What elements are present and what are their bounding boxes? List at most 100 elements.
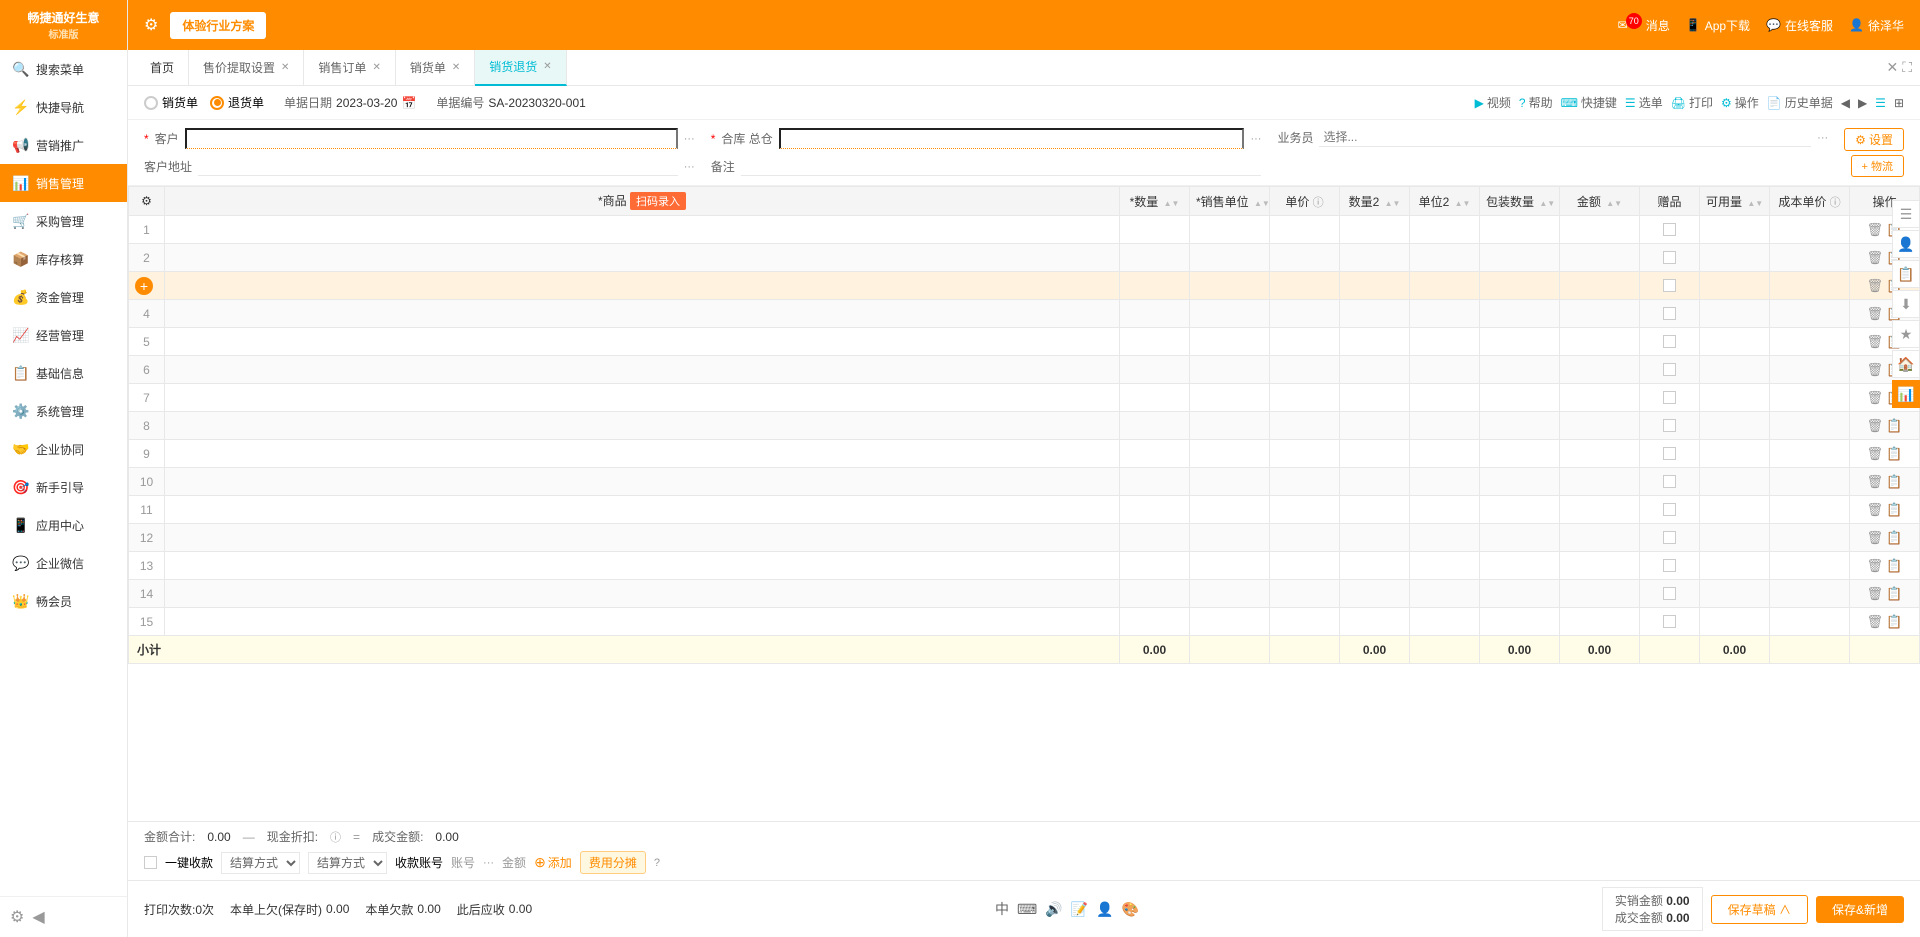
unit2-cell[interactable] xyxy=(1410,412,1480,440)
price-cell[interactable] xyxy=(1270,272,1340,300)
gift-checkbox[interactable] xyxy=(1663,335,1676,348)
sidebar-item-search[interactable]: 🔍 搜索菜单 xyxy=(0,50,127,88)
amount-cell[interactable] xyxy=(1560,524,1640,552)
available-cell[interactable] xyxy=(1700,300,1770,328)
qty-cell[interactable] xyxy=(1120,468,1190,496)
price-cell[interactable] xyxy=(1270,328,1340,356)
unit-cell[interactable] xyxy=(1190,384,1270,412)
settings-small-btn[interactable]: ⚙ 设置 xyxy=(1844,128,1904,151)
qty2-cell[interactable] xyxy=(1340,468,1410,496)
pack-cell[interactable] xyxy=(1480,272,1560,300)
tool3-icon[interactable]: 🔊 xyxy=(1045,901,1062,918)
product-input[interactable] xyxy=(171,279,1113,293)
qty2-cell[interactable] xyxy=(1340,496,1410,524)
unit-sort[interactable]: ▲▼ xyxy=(1254,200,1270,208)
sidebar-item-system[interactable]: ⚙️ 系统管理 xyxy=(0,392,127,430)
pack-cell[interactable] xyxy=(1480,384,1560,412)
price-cell[interactable] xyxy=(1270,552,1340,580)
price-cell[interactable] xyxy=(1270,216,1340,244)
gift-checkbox[interactable] xyxy=(1663,279,1676,292)
tab-close-sales-bill[interactable]: ✕ xyxy=(452,62,460,73)
qty-cell[interactable] xyxy=(1120,328,1190,356)
cost-cell[interactable] xyxy=(1770,412,1850,440)
sidebar-collapse-btn[interactable]: ◀ xyxy=(32,907,44,927)
cost-cell[interactable] xyxy=(1770,608,1850,636)
unit-cell[interactable] xyxy=(1190,244,1270,272)
cost-cell[interactable] xyxy=(1770,328,1850,356)
float-btn-1[interactable]: ☰ xyxy=(1892,200,1920,228)
gift-checkbox[interactable] xyxy=(1663,559,1676,572)
available-cell[interactable] xyxy=(1700,272,1770,300)
gift-cell[interactable] xyxy=(1640,608,1700,636)
sidebar-item-sales[interactable]: 📊 销售管理 xyxy=(0,164,127,202)
amount-cell[interactable] xyxy=(1560,244,1640,272)
unit2-cell[interactable] xyxy=(1410,552,1480,580)
unit-cell[interactable] xyxy=(1190,216,1270,244)
app-download-btn[interactable]: 📱 App下载 xyxy=(1686,17,1750,34)
product-cell[interactable] xyxy=(165,412,1120,440)
customer-input[interactable] xyxy=(185,128,678,149)
next-doc-btn[interactable]: ▶ xyxy=(1858,96,1867,110)
gift-cell[interactable] xyxy=(1640,328,1700,356)
gift-checkbox[interactable] xyxy=(1663,307,1676,320)
product-cell[interactable] xyxy=(165,608,1120,636)
unit2-cell[interactable] xyxy=(1410,580,1480,608)
gift-checkbox[interactable] xyxy=(1663,251,1676,264)
available-cell[interactable] xyxy=(1700,384,1770,412)
qty-cell[interactable] xyxy=(1120,384,1190,412)
gift-checkbox[interactable] xyxy=(1663,615,1676,628)
pack-cell[interactable] xyxy=(1480,216,1560,244)
radio-return-bill[interactable]: 退货单 xyxy=(210,94,264,111)
unit-cell[interactable] xyxy=(1190,356,1270,384)
fee-split-btn[interactable]: 费用分摊 xyxy=(580,851,646,874)
gift-checkbox[interactable] xyxy=(1663,391,1676,404)
sidebar-item-operations[interactable]: 📈 经营管理 xyxy=(0,316,127,354)
product-cell[interactable] xyxy=(165,328,1120,356)
unit2-cell[interactable] xyxy=(1410,216,1480,244)
gift-checkbox[interactable] xyxy=(1663,503,1676,516)
gift-cell[interactable] xyxy=(1640,524,1700,552)
tool4-icon[interactable]: 📝 xyxy=(1071,901,1088,918)
gift-cell[interactable] xyxy=(1640,272,1700,300)
cost-cell[interactable] xyxy=(1770,300,1850,328)
qty2-cell[interactable] xyxy=(1340,300,1410,328)
tab-sales-order[interactable]: 销售订单 ✕ xyxy=(304,50,395,86)
unit-cell[interactable] xyxy=(1190,272,1270,300)
product-cell[interactable] xyxy=(165,440,1120,468)
qty2-cell[interactable] xyxy=(1340,440,1410,468)
amount-sort[interactable]: ▲▼ xyxy=(1606,200,1622,208)
qty2-sort[interactable]: ▲▼ xyxy=(1385,200,1401,208)
unit-cell[interactable] xyxy=(1190,412,1270,440)
unit2-cell[interactable] xyxy=(1410,244,1480,272)
tab-sales-return[interactable]: 销货退货 ✕ xyxy=(475,50,566,86)
unit-cell[interactable] xyxy=(1190,580,1270,608)
gift-cell[interactable] xyxy=(1640,412,1700,440)
qty-sort[interactable]: ▲▼ xyxy=(1164,200,1180,208)
pack-cell[interactable] xyxy=(1480,328,1560,356)
grid-view-btn[interactable]: ⊞ xyxy=(1894,96,1904,110)
qty2-cell[interactable] xyxy=(1340,412,1410,440)
copy-row-btn[interactable]: 📋 xyxy=(1886,446,1902,462)
delete-row-btn[interactable]: 🗑 xyxy=(1866,502,1883,518)
product-cell[interactable] xyxy=(165,300,1120,328)
delete-row-btn[interactable]: 🗑 xyxy=(1866,418,1883,434)
price-cell[interactable] xyxy=(1270,440,1340,468)
delete-row-btn[interactable]: 🗑 xyxy=(1866,474,1883,490)
float-btn-4[interactable]: ⬇ xyxy=(1892,290,1920,318)
product-cell[interactable] xyxy=(165,216,1120,244)
warehouse-input[interactable] xyxy=(779,128,1245,149)
cost-cell[interactable] xyxy=(1770,524,1850,552)
sidebar-item-enterprise[interactable]: 🤝 企业协同 xyxy=(0,430,127,468)
qty-cell[interactable] xyxy=(1120,608,1190,636)
gift-checkbox[interactable] xyxy=(1663,447,1676,460)
product-cell[interactable] xyxy=(165,552,1120,580)
product-cell[interactable] xyxy=(165,468,1120,496)
sidebar-item-basic[interactable]: 📋 基础信息 xyxy=(0,354,127,392)
gift-checkbox[interactable] xyxy=(1663,363,1676,376)
amount-cell[interactable] xyxy=(1560,384,1640,412)
qty2-cell[interactable] xyxy=(1340,216,1410,244)
tab-close-sales-return[interactable]: ✕ xyxy=(543,61,551,72)
price-cell[interactable] xyxy=(1270,580,1340,608)
gift-checkbox[interactable] xyxy=(1663,531,1676,544)
gift-checkbox[interactable] xyxy=(1663,475,1676,488)
